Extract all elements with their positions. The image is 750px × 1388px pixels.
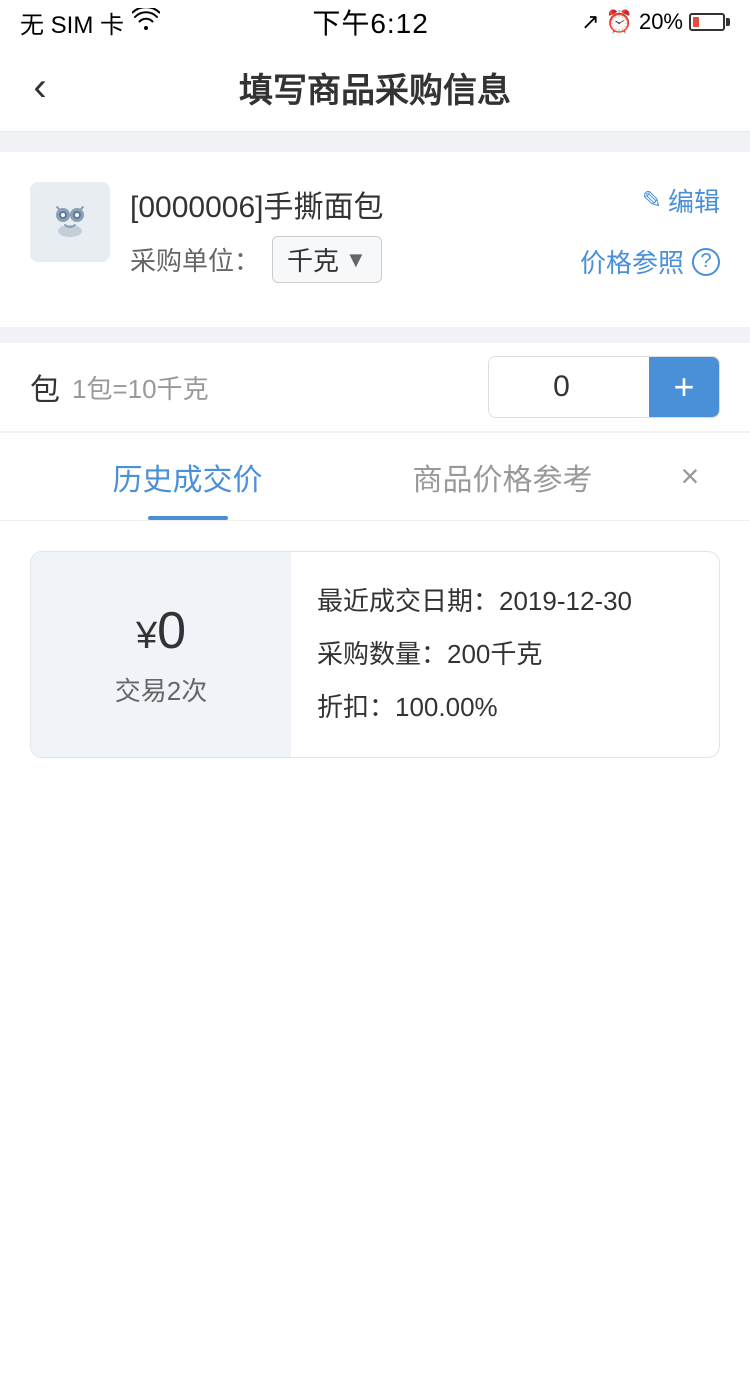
price-ref-button[interactable]: 价格参照 ? [580, 243, 720, 280]
product-thumbnail [30, 182, 110, 262]
history-content: ¥0 交易2次 最近成交日期：2019-12-30 采购数量：200千克 折扣：… [0, 521, 750, 788]
alarm-icon: ⏰ [606, 9, 633, 35]
page-title: 填写商品采购信息 [239, 63, 511, 112]
unit-select-text: 千克 [287, 241, 339, 278]
price-ref-label: 价格参照 [580, 243, 684, 280]
trade-count: 交易2次 [115, 671, 207, 708]
history-discount-row: 折扣：100.00% [317, 688, 693, 727]
status-bar-right: ↗ ⏰ 20% [581, 9, 730, 35]
section-divider [0, 327, 750, 343]
product-id-name: [0000006]手撕面包 [130, 182, 383, 226]
history-date-row: 最近成交日期：2019-12-30 [317, 582, 693, 621]
qty-unit-badge: 包 [30, 365, 60, 409]
history-card: ¥0 交易2次 最近成交日期：2019-12-30 采购数量：200千克 折扣：… [30, 551, 720, 758]
plus-icon: + [673, 366, 694, 408]
tab-price-ref-label: 商品价格参考 [413, 455, 593, 499]
back-button[interactable]: ‹ [0, 44, 80, 132]
qty-conversion: 1包=10千克 [72, 369, 209, 406]
history-card-right: 最近成交日期：2019-12-30 采购数量：200千克 折扣：100.00% [291, 552, 719, 757]
unit-select[interactable]: 千克 ▼ [272, 236, 382, 283]
edit-button[interactable]: ✎ 编辑 [642, 182, 720, 219]
close-icon: × [681, 458, 700, 495]
quantity-input-area: + [488, 356, 720, 418]
battery-icon [689, 13, 730, 31]
history-price: ¥0 [136, 601, 186, 661]
tab-price-ref[interactable]: 商品价格参考 [345, 433, 660, 520]
product-logo-icon [45, 193, 95, 252]
tabs-bar: 历史成交价 商品价格参考 × [0, 433, 750, 521]
edit-icon: ✎ [642, 186, 662, 215]
tab-history-price[interactable]: 历史成交价 [30, 433, 345, 520]
quantity-unit-info: 包 1包=10千克 [30, 365, 209, 409]
qty-value: 200千克 [447, 639, 542, 669]
battery-percent: 20% [639, 9, 683, 35]
history-card-left: ¥0 交易2次 [31, 552, 291, 757]
discount-value: 100.00% [395, 692, 498, 722]
price-ref-help-icon[interactable]: ? [692, 248, 720, 276]
status-bar-time: 下午6:12 [312, 2, 429, 42]
wifi-icon [132, 8, 160, 37]
history-qty-row: 采购数量：200千克 [317, 635, 693, 674]
product-card: [0000006]手撕面包 采购单位： 千克 ▼ ✎ 编辑 价格参照 ? [0, 152, 750, 327]
product-header: [0000006]手撕面包 采购单位： 千克 ▼ ✎ 编辑 价格参照 ? [30, 182, 720, 283]
bottom-sheet: 历史成交价 商品价格参考 × ¥0 交易2次 最近成交日期：2019-12-30 [0, 433, 750, 788]
date-value: 2019-12-30 [499, 586, 632, 616]
status-bar: 无 SIM 卡 下午6:12 ↗ ⏰ 20% [0, 0, 750, 44]
main-content-bg [0, 788, 750, 1388]
unit-label: 采购单位： [130, 241, 260, 278]
unit-select-arrow-icon: ▼ [345, 247, 367, 273]
discount-label: 折扣： [317, 692, 395, 722]
product-info: [0000006]手撕面包 采购单位： 千克 ▼ [30, 182, 383, 283]
qty-label: 采购数量： [317, 639, 447, 669]
quantity-input[interactable] [489, 357, 649, 417]
tab-history-label: 历史成交价 [113, 455, 263, 499]
qty-plus-button[interactable]: + [649, 357, 719, 417]
status-bar-left: 无 SIM 卡 [20, 5, 160, 40]
edit-label: 编辑 [668, 182, 720, 219]
product-unit-row: 采购单位： 千克 ▼ [130, 236, 383, 283]
product-name-area: [0000006]手撕面包 采购单位： 千克 ▼ [130, 182, 383, 283]
location-icon: ↗ [581, 9, 599, 35]
close-button[interactable]: × [660, 447, 720, 507]
price-value: 0 [157, 602, 186, 660]
tab-underline [148, 516, 228, 520]
quantity-row: 包 1包=10千克 + [0, 343, 750, 431]
nav-bar: ‹ 填写商品采购信息 [0, 44, 750, 132]
back-arrow-icon: ‹ [33, 65, 46, 110]
date-label: 最近成交日期： [317, 586, 499, 616]
price-symbol: ¥ [136, 615, 157, 657]
carrier-text: 无 SIM 卡 [20, 5, 124, 40]
